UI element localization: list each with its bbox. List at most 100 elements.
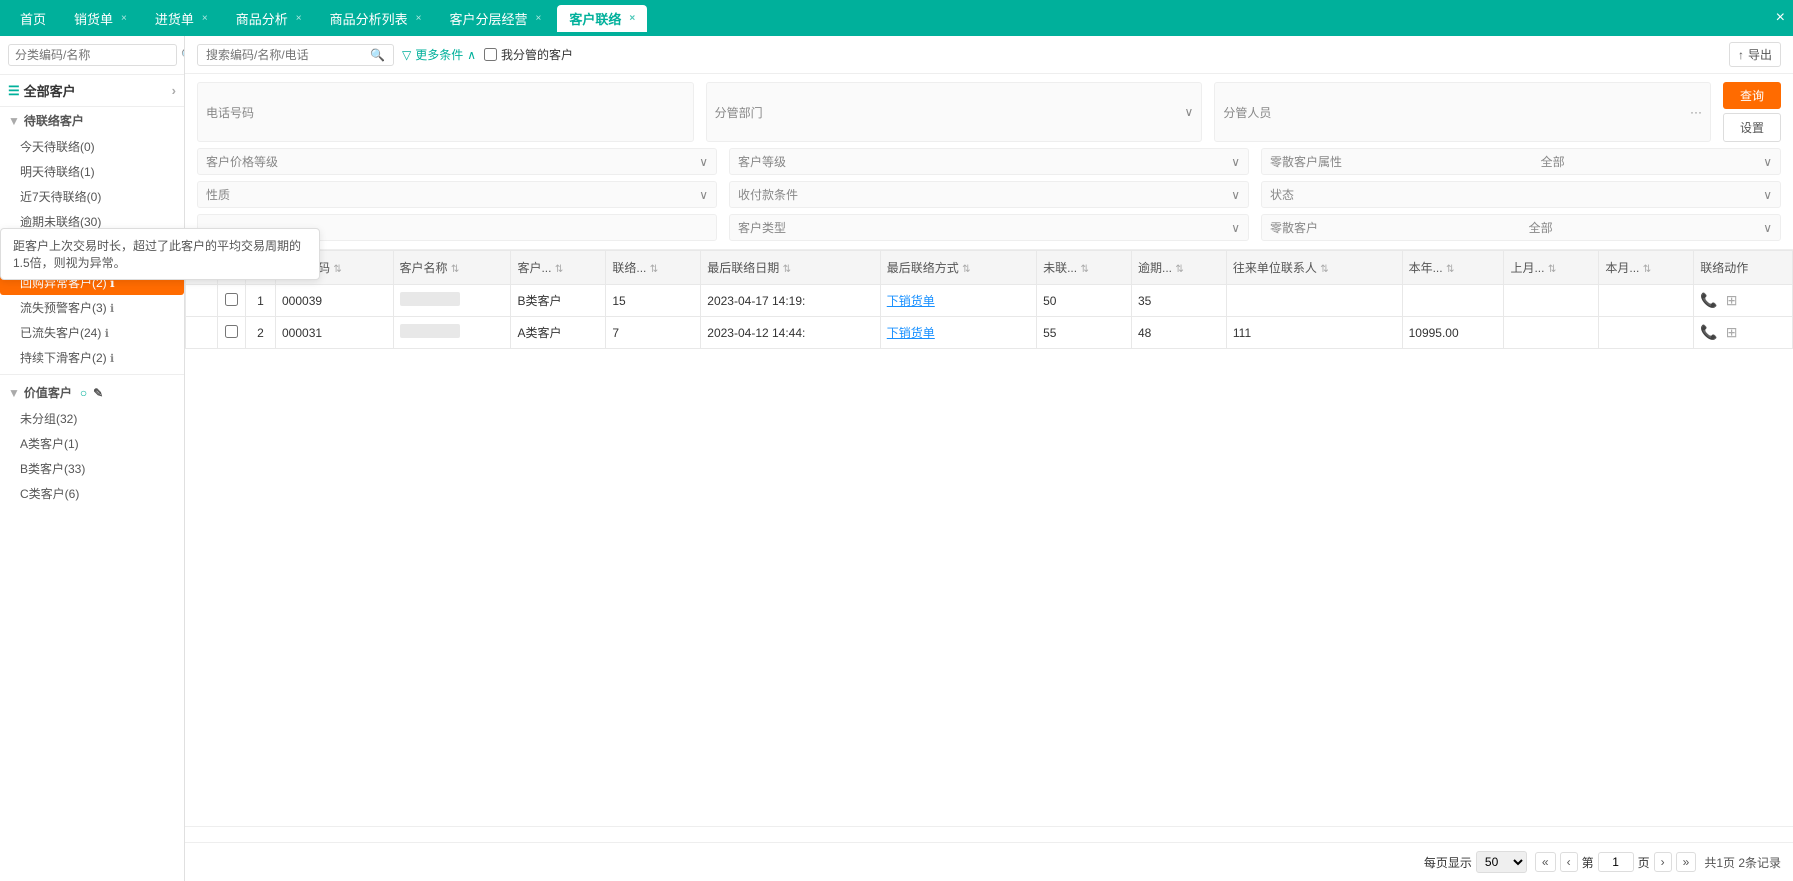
col-header-this-year[interactable]: 本年... ⇅ [1402,251,1504,285]
filter-retail-attr[interactable]: 零散客户属性 全部 ∨ [1261,148,1781,175]
filter-nature[interactable]: 性质 ∨ [197,181,717,208]
col-header-type[interactable]: 客户... ⇅ [511,251,606,285]
sort-icon: ⇅ [1320,264,1328,275]
tab-customer-contact[interactable]: 客户联络 × [557,5,647,32]
row-checkbox[interactable] [225,325,238,338]
sidebar-item-tomorrow[interactable]: 明天待联络(1) [0,159,184,184]
row-this-year: 10995.00 [1402,317,1504,349]
close-icon[interactable]: × [202,13,208,24]
sort-icon: ⇅ [555,264,563,275]
row-last-method[interactable]: 下销货单 [880,285,1036,317]
col-header-last-date[interactable]: 最后联络日期 ⇅ [701,251,880,285]
col-header-contact[interactable]: 联络... ⇅ [606,251,701,285]
col-header-last-month[interactable]: 上月... ⇅ [1504,251,1599,285]
horizontal-scrollbar[interactable] [185,826,1793,842]
col-header-this-month[interactable]: 本月... ⇅ [1599,251,1694,285]
sort-icon: ⇅ [1643,264,1651,275]
sidebar-item-churned[interactable]: 已流失客户(24) ℹ [0,320,184,345]
page-number-input[interactable] [1598,852,1634,872]
row-checkbox[interactable] [225,293,238,306]
query-button[interactable]: 查询 [1723,82,1781,109]
filter-customer-level[interactable]: 客户等级 ∨ [729,148,1249,175]
sidebar-item-declining[interactable]: 持续下滑客户(2) ℹ [0,345,184,370]
row-action: 📞 ⊞ [1694,317,1793,349]
filter-manager[interactable]: 分管人员 ··· [1214,82,1711,142]
close-all-tabs[interactable]: × [1776,9,1785,27]
collapse-icon[interactable]: › [172,83,176,98]
row-last-method[interactable]: 下销货单 [880,317,1036,349]
row-code[interactable]: 000031 [276,317,394,349]
col-header-name[interactable]: 客户名称 ⇅ [393,251,511,285]
row-this-year [1402,285,1504,317]
row-name[interactable] [393,317,511,349]
row-this-month [1599,317,1694,349]
all-customers-title[interactable]: ☰ 全部客户 › [0,75,184,107]
page-navigation: « ‹ 第 页 › » [1535,852,1696,872]
row-check[interactable] [218,285,246,317]
sidebar-item-7days[interactable]: 近7天待联络(0) [0,184,184,209]
grid-icon[interactable]: ⊞ [1726,324,1738,341]
row-code[interactable]: 000039 [276,285,394,317]
col-header-unreached[interactable]: 未联... ⇅ [1037,251,1132,285]
my-customers-check[interactable] [484,48,497,61]
filter-price-level[interactable]: 客户价格等级 ∨ [197,148,717,175]
close-icon[interactable]: × [629,13,635,24]
row-check[interactable] [218,317,246,349]
sidebar-item-ungroups[interactable]: 未分组(32) [0,406,184,431]
col-header-overdue[interactable]: 逾期... ⇅ [1131,251,1226,285]
row-setting [186,285,218,317]
row-this-month [1599,285,1694,317]
sort-icon: ⇅ [783,264,791,275]
close-icon[interactable]: × [121,13,127,24]
close-icon[interactable]: × [535,13,541,24]
search-input[interactable] [206,48,366,62]
last-page-btn[interactable]: » [1676,852,1697,872]
row-last-date: 2023-04-12 14:44: [701,317,880,349]
customer-table: ⚙ 客户编码 ⇅ 客户名称 ⇅ 客户... ⇅ [185,250,1793,349]
chevron-down-icon: ∨ [1763,188,1772,202]
filter-retail-customer[interactable]: 零散客户 全部 ∨ [1261,214,1781,241]
col-header-last-method[interactable]: 最后联络方式 ⇅ [880,251,1036,285]
sidebar-item-class-a[interactable]: A类客户(1) [0,431,184,456]
settings-button[interactable]: 设置 [1723,113,1781,142]
sidebar-item-churn-warning[interactable]: 流失预警客户(3) ℹ [0,295,184,320]
first-page-btn[interactable]: « [1535,852,1556,872]
sort-icon: ⇅ [1175,264,1183,275]
sidebar-group-value[interactable]: ▼ 价值客户 ○ ✎ [0,379,184,406]
per-page-select[interactable]: 50 20 100 [1476,851,1527,873]
filter-dept[interactable]: 分管部门 ∨ [706,82,1203,142]
tab-home[interactable]: 首页 [8,5,58,32]
prev-page-btn[interactable]: ‹ [1560,852,1578,872]
sort-icon: ⇅ [333,264,341,275]
row-action: 📞 ⊞ [1694,285,1793,317]
next-page-btn[interactable]: › [1654,852,1672,872]
sort-icon: ⇅ [451,264,459,275]
main-layout: 🔍 ☰ 全部客户 › ▼ 待联络客户 今天待联络(0) 明天待联络(1) 近7天… [0,36,1793,881]
row-contact: 15 [606,285,701,317]
sidebar-group-pending[interactable]: ▼ 待联络客户 [0,107,184,134]
export-button[interactable]: ↑ 导出 [1729,42,1781,67]
tab-sales-order[interactable]: 销货单 × [62,5,139,32]
close-icon[interactable]: × [416,13,422,24]
filter-phone[interactable]: 电话号码 [197,82,694,142]
phone-icon[interactable]: 📞 [1700,292,1717,309]
col-header-partner[interactable]: 往来单位联系人 ⇅ [1226,251,1402,285]
close-icon[interactable]: × [296,13,302,24]
sidebar-item-class-b[interactable]: B类客户(33) [0,456,184,481]
filter-status[interactable]: 状态 ∨ [1261,181,1781,208]
sidebar-search-input[interactable] [8,44,177,66]
sidebar-item-today[interactable]: 今天待联络(0) [0,134,184,159]
filter-customer-type[interactable]: 客户类型 ∨ [729,214,1249,241]
phone-icon[interactable]: 📞 [1700,324,1717,341]
chevron-down-icon: ∨ [1231,155,1240,169]
tab-product-analysis-list[interactable]: 商品分析列表 × [318,5,434,32]
more-filters-btn[interactable]: ▽ 更多条件 ∧ [402,46,476,63]
row-name[interactable] [393,285,511,317]
filter-payment-terms[interactable]: 收付款条件 ∨ [729,181,1249,208]
sidebar-item-class-c[interactable]: C类客户(6) [0,481,184,506]
search-icon[interactable]: 🔍 [370,48,385,62]
tab-customer-stratify[interactable]: 客户分层经营 × [437,5,553,32]
grid-icon[interactable]: ⊞ [1726,292,1738,309]
tab-purchase-order[interactable]: 进货单 × [143,5,220,32]
tab-product-analysis[interactable]: 商品分析 × [224,5,314,32]
